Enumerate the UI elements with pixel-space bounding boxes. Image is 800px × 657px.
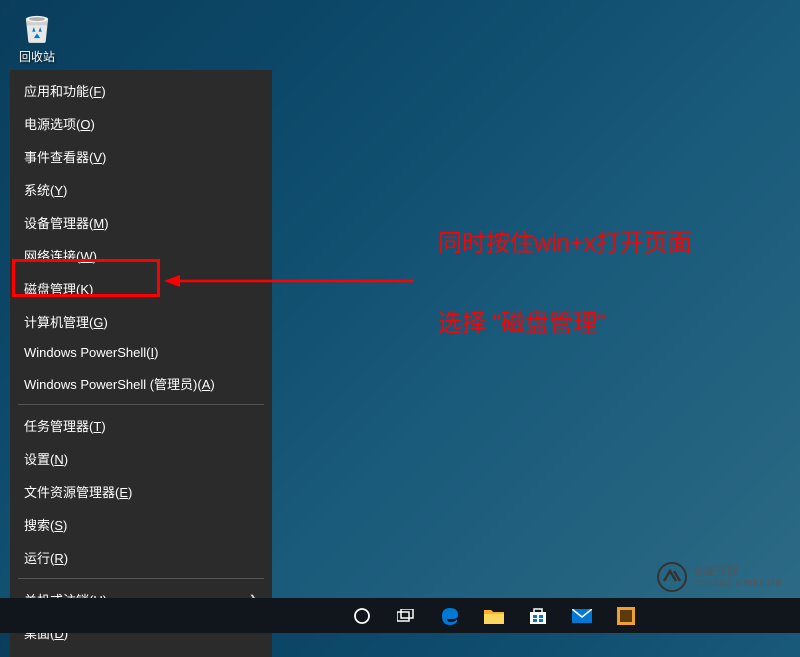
taskbar-store[interactable] — [516, 598, 560, 633]
taskbar — [0, 598, 800, 633]
menu-item-device-manager[interactable]: 设备管理器(M) — [10, 206, 272, 239]
recycle-bin-icon — [18, 8, 56, 46]
menu-item-disk-management[interactable]: 磁盘管理(K) — [10, 272, 272, 305]
cortana-icon — [353, 607, 371, 625]
menu-item-search[interactable]: 搜索(S) — [10, 508, 272, 541]
app-icon — [617, 607, 635, 625]
taskbar-file-explorer[interactable] — [472, 598, 516, 633]
desktop-icon-recycle-bin[interactable]: 回收站 — [18, 8, 56, 65]
taskview-icon — [397, 609, 415, 623]
menu-item-task-manager[interactable]: 任务管理器(T) — [10, 409, 272, 442]
menu-item-file-explorer[interactable]: 文件资源管理器(E) — [10, 475, 272, 508]
store-icon — [529, 607, 547, 625]
brand-logo: 创新互联 CHUANG XINHULIAN — [656, 561, 782, 593]
brand-mark-icon — [656, 561, 688, 593]
menu-item-settings[interactable]: 设置(N) — [10, 442, 272, 475]
taskbar-taskview[interactable] — [384, 598, 428, 633]
taskbar-mail[interactable] — [560, 598, 604, 633]
menu-item-system[interactable]: 系统(Y) — [10, 173, 272, 206]
menu-item-power-options[interactable]: 电源选项(O) — [10, 107, 272, 140]
annotation-text-2: 选择 "磁盘管理" — [438, 303, 606, 338]
menu-separator — [18, 578, 264, 579]
winx-menu: 应用和功能(F) 电源选项(O) 事件查看器(V) 系统(Y) 设备管理器(M)… — [10, 70, 272, 657]
menu-item-network-connections[interactable]: 网络连接(W) — [10, 239, 272, 272]
taskbar-app-yellow[interactable] — [604, 598, 648, 633]
menu-item-event-viewer[interactable]: 事件查看器(V) — [10, 140, 272, 173]
menu-item-apps-features[interactable]: 应用和功能(F) — [10, 74, 272, 107]
taskbar-cortana[interactable] — [340, 598, 384, 633]
brand-name: 创新互联 — [694, 566, 782, 579]
brand-subtitle: CHUANG XINHULIAN — [694, 579, 782, 589]
menu-item-computer-management[interactable]: 计算机管理(G) — [10, 305, 272, 338]
menu-item-powershell-admin[interactable]: Windows PowerShell (管理员)(A) — [10, 367, 272, 400]
menu-separator — [18, 404, 264, 405]
taskbar-edge[interactable] — [428, 598, 472, 633]
menu-item-run[interactable]: 运行(R) — [10, 541, 272, 574]
folder-icon — [484, 608, 504, 624]
desktop-icon-label: 回收站 — [19, 48, 55, 65]
edge-icon — [440, 606, 460, 626]
mail-icon — [572, 609, 592, 623]
menu-item-powershell[interactable]: Windows PowerShell(I) — [10, 338, 272, 367]
annotation-text-1: 同时按住win+x打开页面 — [438, 223, 692, 258]
